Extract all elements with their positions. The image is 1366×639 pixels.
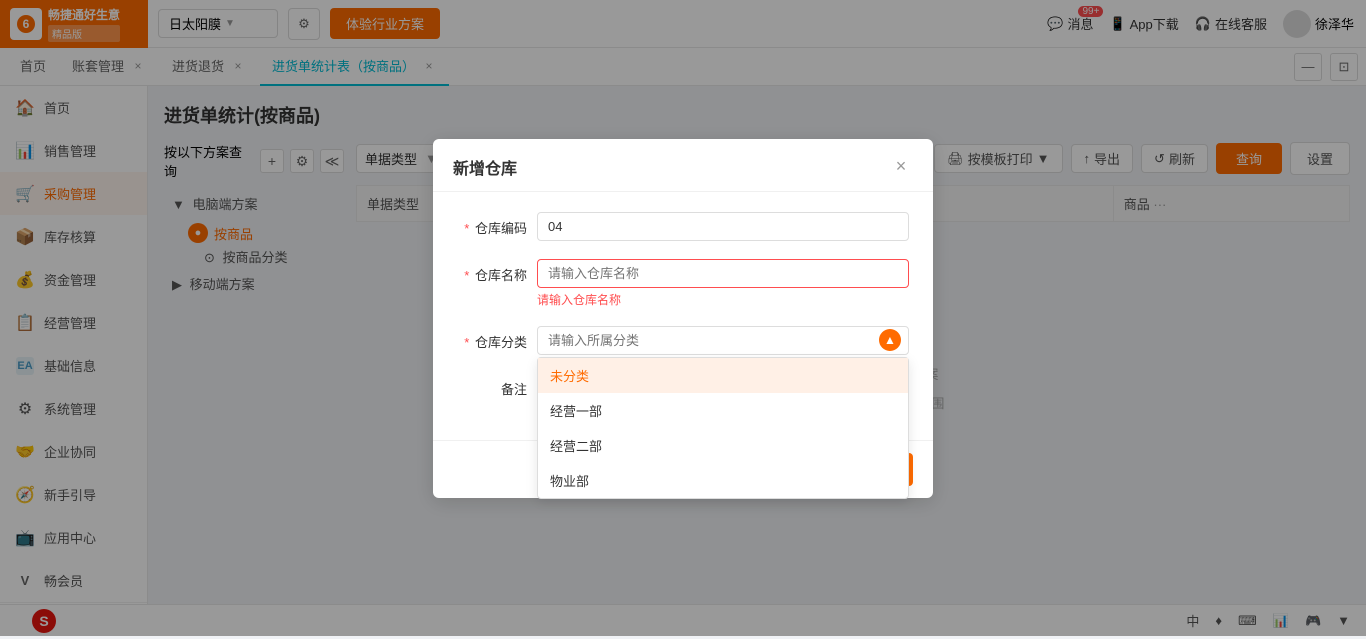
category-label: * 仓库分类 (457, 326, 527, 351)
dropdown-arrow-icon[interactable]: ▲ (879, 329, 901, 351)
code-input[interactable] (537, 212, 909, 241)
name-input-wrap: 请输入仓库名称 (537, 259, 909, 308)
option-dept1[interactable]: 经营一部 (538, 393, 908, 428)
category-input-wrap: ▲ 未分类 经营一部 经营二部 物业部 (537, 326, 909, 355)
code-input-wrap (537, 212, 909, 241)
name-label: * 仓库名称 (457, 259, 527, 284)
category-input[interactable] (537, 326, 909, 355)
form-item-name: * 仓库名称 请输入仓库名称 (457, 259, 909, 308)
option-property[interactable]: 物业部 (538, 463, 908, 498)
name-error-msg: 请输入仓库名称 (537, 291, 909, 308)
dialog-header: 新增仓库 × (433, 139, 933, 192)
form-item-category: * 仓库分类 ▲ 未分类 经营一部 经营二部 物业部 (457, 326, 909, 355)
dialog-close-button[interactable]: × (889, 155, 913, 179)
option-unclassified[interactable]: 未分类 (538, 358, 908, 393)
option-dept2[interactable]: 经营二部 (538, 428, 908, 463)
dialog-title: 新增仓库 (453, 155, 517, 179)
new-warehouse-dialog: 新增仓库 × * 仓库编码 * 仓库名称 (433, 139, 933, 498)
dialog-body: * 仓库编码 * 仓库名称 请输入仓库名称 (433, 192, 933, 440)
category-dropdown-list: 未分类 经营一部 经营二部 物业部 (537, 357, 909, 499)
code-label: * 仓库编码 (457, 212, 527, 237)
name-input[interactable] (537, 259, 909, 288)
remark-label: 备注 (457, 373, 527, 398)
modal-overlay: 新增仓库 × * 仓库编码 * 仓库名称 (0, 0, 1366, 636)
form-item-code: * 仓库编码 (457, 212, 909, 241)
